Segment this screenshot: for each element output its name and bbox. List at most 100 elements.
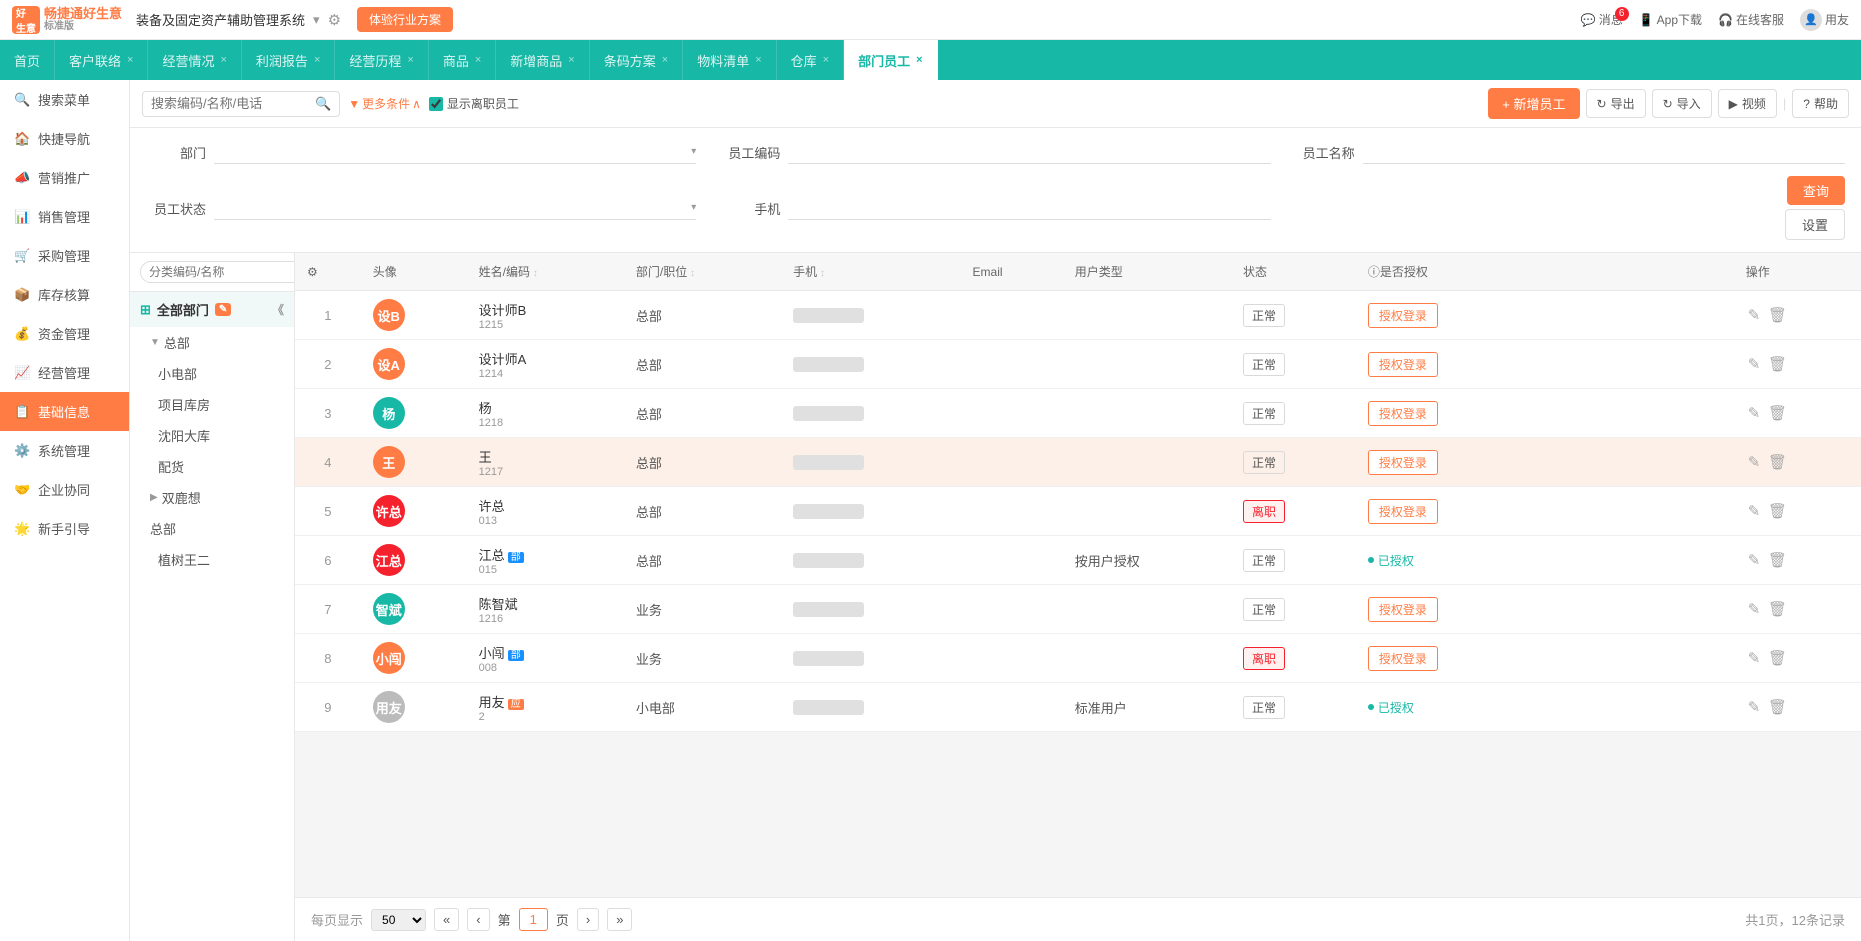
dept-item-zhishu[interactable]: 植树王二 (130, 544, 294, 575)
delete-icon[interactable]: 🗑 (1768, 356, 1787, 373)
online-service[interactable]: 🎧 在线客服 (1718, 11, 1784, 28)
tab-add-goods[interactable]: 新增商品 × (496, 40, 589, 80)
delete-icon[interactable]: 🗑 (1768, 503, 1787, 520)
th-name[interactable]: 姓名/编码 (467, 253, 624, 291)
tab-bom[interactable]: 物料清单 × (683, 40, 776, 80)
sidebar-item-business[interactable]: 📈 经营管理 (0, 353, 129, 392)
dept-tree-all[interactable]: ⊞ 全部部门 ✎ 《 (130, 292, 294, 327)
help-button[interactable]: ? 帮助 (1792, 89, 1849, 118)
th-settings[interactable]: ⚙ (295, 253, 361, 291)
dept-edit-icon[interactable]: ✎ (215, 303, 231, 316)
delete-icon[interactable]: 🗑 (1768, 601, 1787, 618)
import-button[interactable]: ↻ 导入 (1652, 89, 1712, 118)
edit-icon[interactable]: ✎ (1748, 650, 1761, 667)
auth-login-button[interactable]: 授权登录 (1368, 401, 1438, 426)
prev-page-btn[interactable]: ‹ (467, 908, 489, 931)
gear-icon[interactable]: ⚙ (328, 11, 341, 29)
tab-profit-close[interactable]: × (314, 54, 320, 66)
tab-home[interactable]: 首页 (0, 40, 55, 80)
tab-operation[interactable]: 经营情况 × (148, 40, 241, 80)
emp-name-input[interactable] (1363, 140, 1845, 164)
edit-icon[interactable]: ✎ (1748, 699, 1761, 716)
auth-login-button[interactable]: 授权登录 (1368, 352, 1438, 377)
sidebar-item-inventory[interactable]: 📦 库存核算 (0, 275, 129, 314)
user-area[interactable]: 👤 用友 (1800, 9, 1849, 31)
dept-item-project[interactable]: 项目库房 (130, 389, 294, 420)
next-page-btn[interactable]: › (577, 908, 599, 931)
tab-employee-close[interactable]: × (916, 54, 922, 66)
sidebar-item-marketing[interactable]: 📣 营销推广 (0, 158, 129, 197)
auth-login-button[interactable]: 授权登录 (1368, 597, 1438, 622)
dept-item-small-elec[interactable]: 小电部 (130, 358, 294, 389)
auth-login-button[interactable]: 授权登录 (1368, 646, 1438, 671)
tab-customer[interactable]: 客户联络 × (55, 40, 148, 80)
show-resigned-checkbox[interactable] (429, 97, 443, 111)
message-area[interactable]: 💬 消息 6 (1581, 11, 1623, 28)
tab-add-goods-close[interactable]: × (568, 54, 574, 66)
auth-login-button[interactable]: 授权登录 (1368, 499, 1438, 524)
emp-code-input[interactable] (788, 140, 1270, 164)
dept-item-zongbu[interactable]: 总部 (130, 513, 294, 544)
last-page-btn[interactable]: » (607, 908, 632, 931)
delete-icon[interactable]: 🗑 (1768, 454, 1787, 471)
delete-icon[interactable]: 🗑 (1768, 650, 1787, 667)
delete-icon[interactable]: 🗑 (1768, 405, 1787, 422)
search-box[interactable]: 🔍 (142, 91, 340, 117)
first-page-btn[interactable]: « (434, 908, 459, 931)
view-button[interactable]: ▶ 视频 (1718, 89, 1777, 118)
edit-icon[interactable]: ✎ (1748, 454, 1761, 471)
delete-icon[interactable]: 🗑 (1768, 307, 1787, 324)
edit-icon[interactable]: ✎ (1748, 405, 1761, 422)
emp-status-select-wrap[interactable]: ▾ (214, 196, 696, 220)
tab-history-close[interactable]: × (407, 54, 413, 66)
add-employee-button[interactable]: + 新增员工 (1488, 88, 1579, 119)
tab-customer-close[interactable]: × (127, 54, 133, 66)
dept-select[interactable] (214, 140, 691, 163)
sidebar-item-guide[interactable]: 🌟 新手引导 (0, 509, 129, 548)
tab-operation-close[interactable]: × (220, 54, 226, 66)
dept-item-root[interactable]: ▼ 总部 (130, 327, 294, 358)
delete-icon[interactable]: 🗑 (1768, 552, 1787, 569)
auth-login-button[interactable]: 授权登录 (1368, 303, 1438, 328)
dept-item-shenyang[interactable]: 沈阳大库 (130, 420, 294, 451)
query-button[interactable]: 查询 (1787, 176, 1845, 205)
sidebar-item-purchase[interactable]: 🛒 采购管理 (0, 236, 129, 275)
tab-bom-close[interactable]: × (755, 54, 761, 66)
edit-icon[interactable]: ✎ (1748, 356, 1761, 373)
edit-icon[interactable]: ✎ (1748, 307, 1761, 324)
sidebar-item-nav[interactable]: 🏠 快捷导航 (0, 119, 129, 158)
edit-icon[interactable]: ✎ (1748, 601, 1761, 618)
tab-history[interactable]: 经营历程 × (335, 40, 428, 80)
sidebar-item-collab[interactable]: 🤝 企业协同 (0, 470, 129, 509)
dept-search-input[interactable] (140, 261, 295, 283)
sidebar-item-search[interactable]: 🔍 搜索菜单 (0, 80, 129, 119)
tab-warehouse[interactable]: 仓库 × (777, 40, 844, 80)
more-conditions-btn[interactable]: ▼ 更多条件 ∧ (348, 95, 421, 112)
th-dept[interactable]: 部门/职位 (624, 253, 781, 291)
sidebar-item-basic[interactable]: 📋 基础信息 (0, 392, 129, 431)
show-resigned-toggle[interactable]: 显示离职员工 (429, 95, 519, 112)
dept-select-wrap[interactable]: ▾ (214, 140, 696, 164)
tab-employee[interactable]: 部门员工 × (844, 40, 937, 80)
dept-item-distribution[interactable]: 配货 (130, 451, 294, 482)
sidebar-item-sales[interactable]: 📊 销售管理 (0, 197, 129, 236)
search-input[interactable] (151, 96, 311, 111)
sidebar-item-system[interactable]: ⚙️ 系统管理 (0, 431, 129, 470)
tab-goods-close[interactable]: × (475, 54, 481, 66)
export-button[interactable]: ↻ 导出 (1586, 89, 1646, 118)
sidebar-item-finance[interactable]: 💰 资金管理 (0, 314, 129, 353)
set-button[interactable]: 设置 (1785, 209, 1845, 240)
th-phone[interactable]: 手机 (781, 253, 960, 291)
collapse-icon[interactable]: 《 (272, 301, 284, 318)
trial-button[interactable]: 体验行业方案 (357, 7, 453, 32)
tab-profit[interactable]: 利润报告 × (242, 40, 335, 80)
phone-input[interactable] (788, 196, 1270, 220)
auth-login-button[interactable]: 授权登录 (1368, 450, 1438, 475)
delete-icon[interactable]: 🗑 (1768, 699, 1787, 716)
emp-status-select[interactable] (214, 196, 691, 219)
tab-barcode[interactable]: 条码方案 × (590, 40, 683, 80)
dept-item-shuangluxiang[interactable]: ▶ 双鹿想 (130, 482, 294, 513)
app-download[interactable]: 📱 App下载 (1639, 11, 1702, 28)
edit-icon[interactable]: ✎ (1748, 503, 1761, 520)
tab-barcode-close[interactable]: × (662, 54, 668, 66)
